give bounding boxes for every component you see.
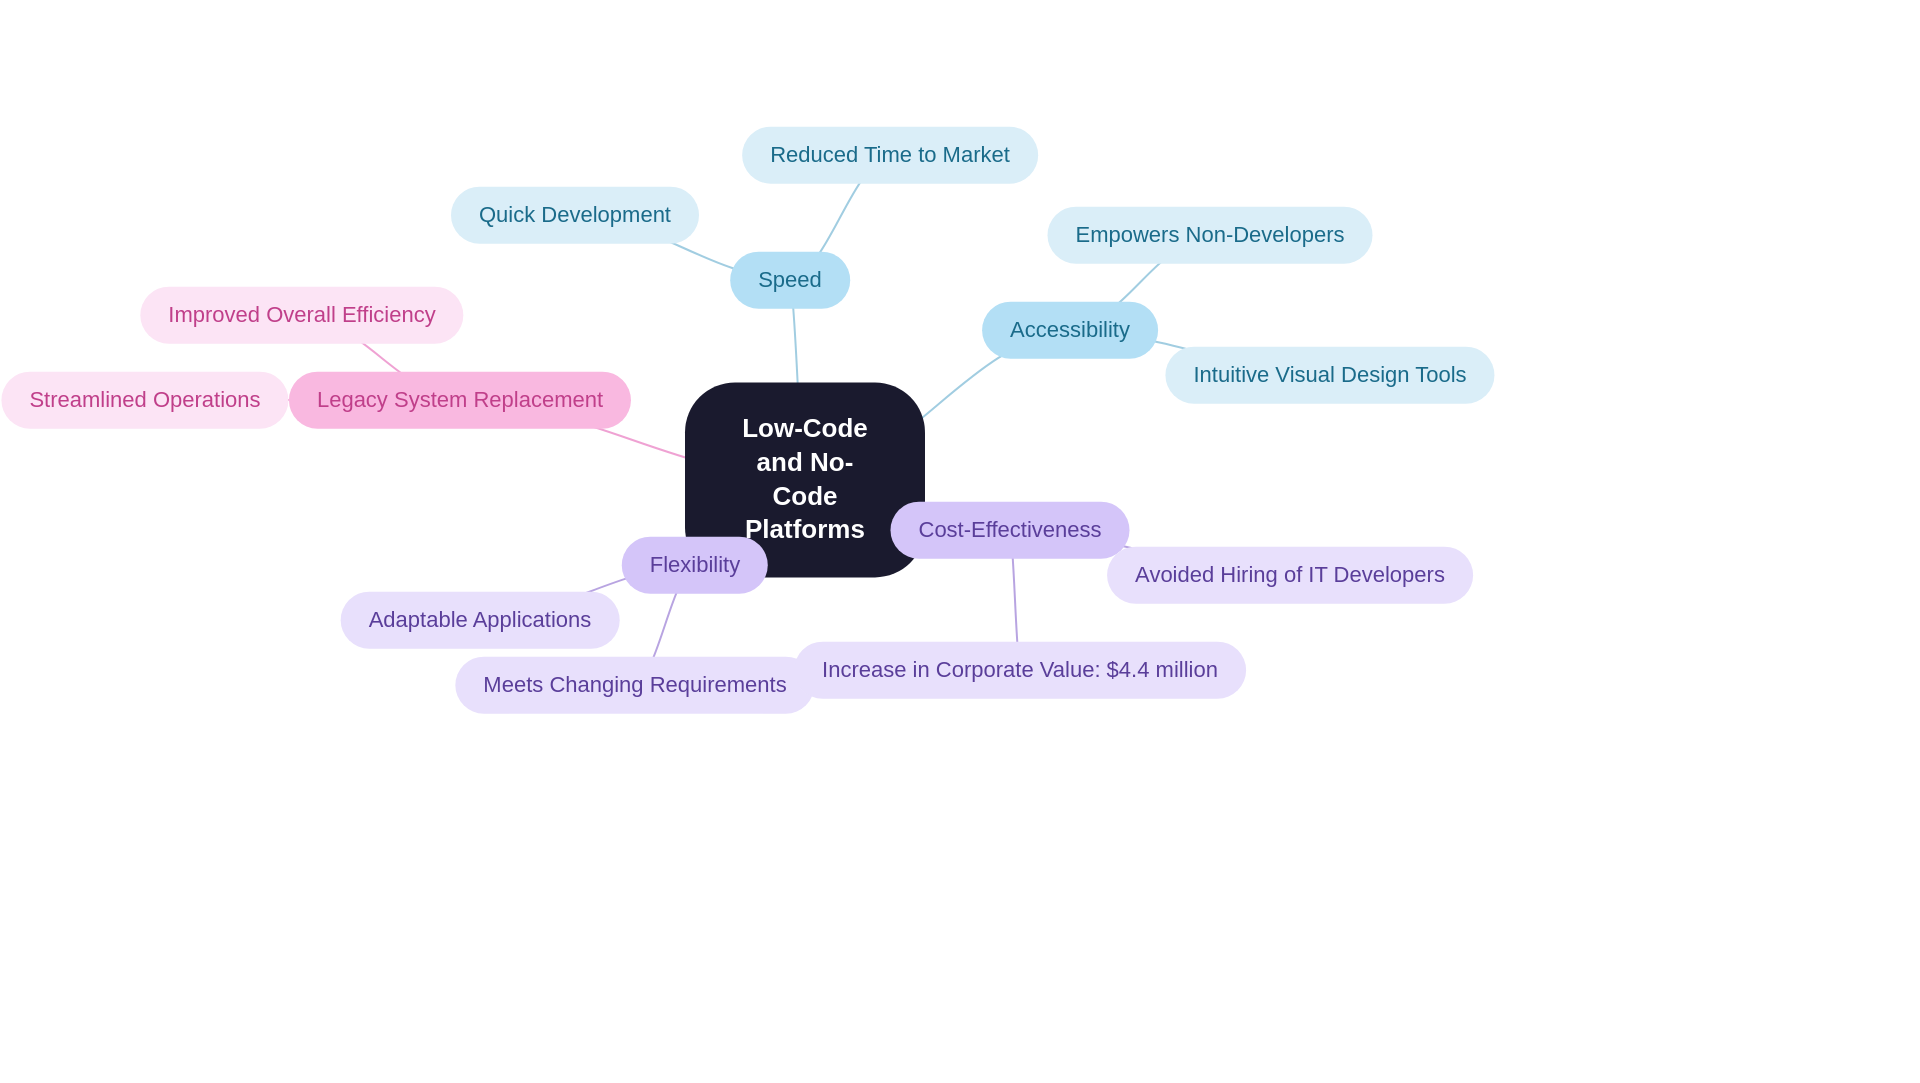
node-avoided: Avoided Hiring of IT Developers bbox=[1107, 547, 1473, 604]
node-meets: Meets Changing Requirements bbox=[455, 657, 814, 714]
node-intuitive: Intuitive Visual Design Tools bbox=[1165, 347, 1494, 404]
node-reduced-time: Reduced Time to Market bbox=[742, 127, 1038, 184]
node-flexibility: Flexibility bbox=[622, 537, 768, 594]
node-speed: Speed bbox=[730, 252, 850, 309]
node-streamlined: Streamlined Operations bbox=[1, 372, 288, 429]
node-empowers: Empowers Non-Developers bbox=[1048, 207, 1373, 264]
node-adaptable: Adaptable Applications bbox=[341, 592, 620, 649]
node-improved: Improved Overall Efficiency bbox=[140, 287, 463, 344]
node-legacy: Legacy System Replacement bbox=[289, 372, 631, 429]
mind-map: Low-Code and No-Code PlatformsSpeedQuick… bbox=[0, 0, 1920, 1083]
node-quick-dev: Quick Development bbox=[451, 187, 699, 244]
node-accessibility: Accessibility bbox=[982, 302, 1158, 359]
node-increase: Increase in Corporate Value: $4.4 millio… bbox=[794, 642, 1246, 699]
node-cost: Cost-Effectiveness bbox=[890, 502, 1129, 559]
